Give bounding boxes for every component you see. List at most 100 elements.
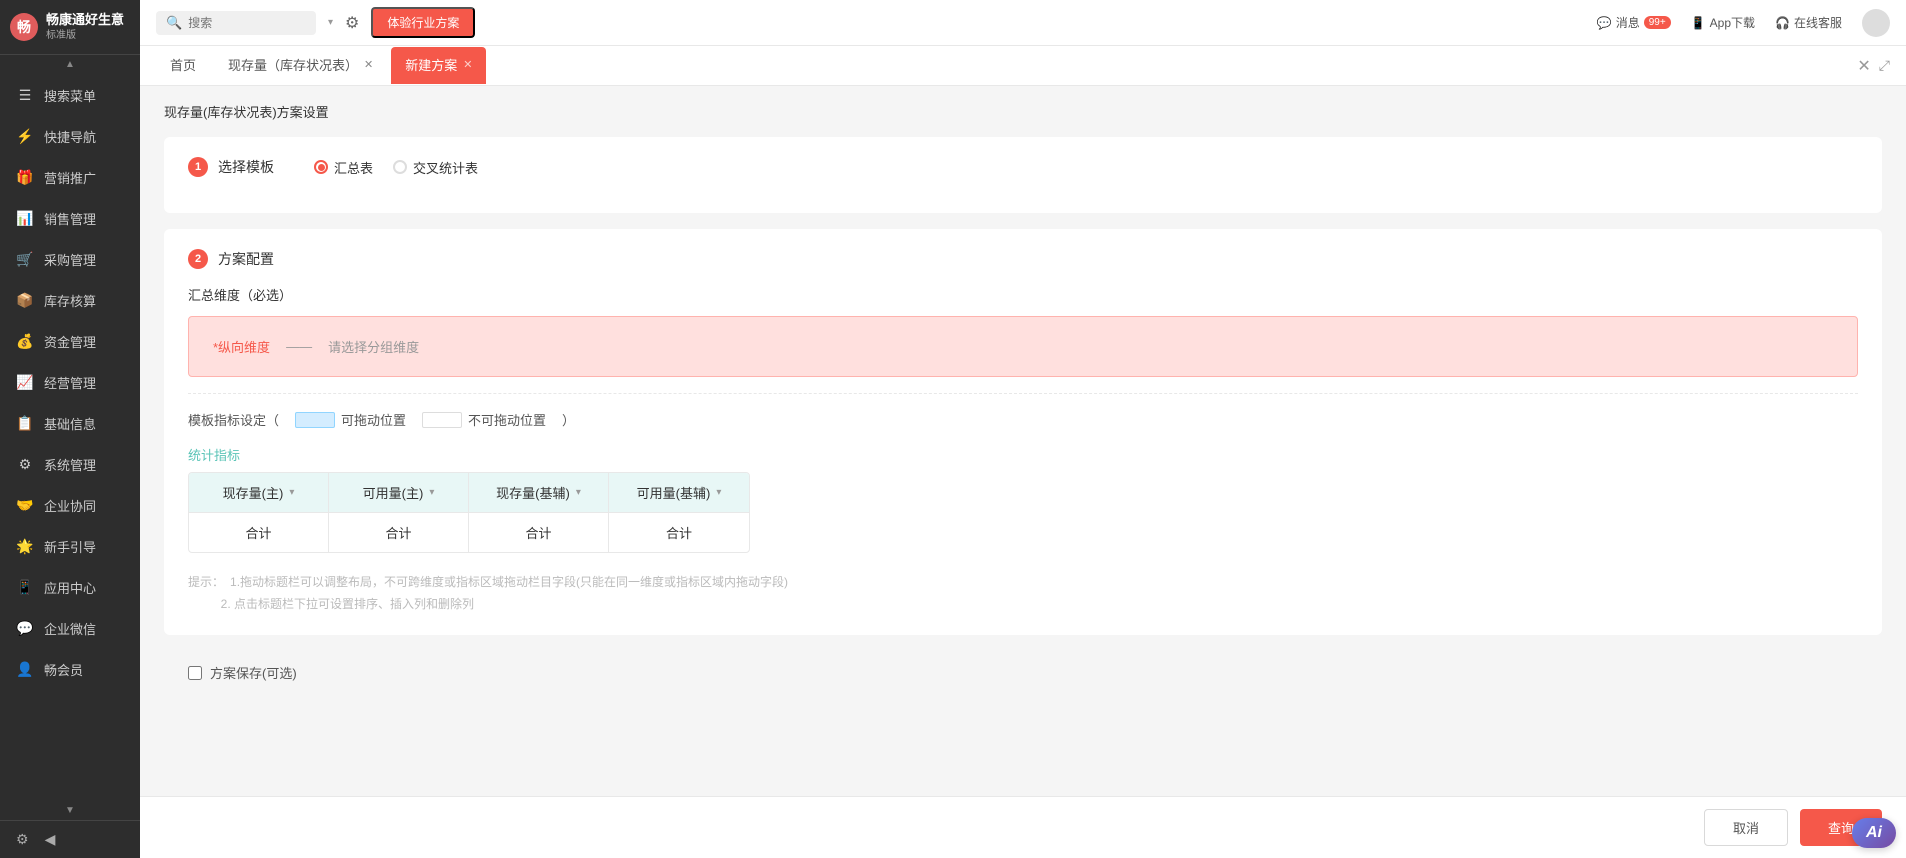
sidebar-item-label: 销售管理: [44, 209, 96, 228]
stats-col-2-header[interactable]: 可用量(主) ▾: [329, 473, 469, 512]
dimension-area[interactable]: *纵向维度 —— 请选择分组维度: [188, 316, 1858, 377]
sidebar-item-label: 基础信息: [44, 414, 96, 433]
stats-col-4-chevron: ▾: [716, 487, 721, 498]
sidebar-item-label: 经营管理: [44, 373, 96, 392]
app-download-item[interactable]: 📱 App下载: [1691, 14, 1755, 31]
dimension-row: *纵向维度 —— 请选择分组维度: [213, 337, 1833, 356]
sidebar-item-basics[interactable]: 📋 基础信息: [0, 403, 140, 444]
operations-icon: 📈: [16, 373, 34, 391]
step2-header: 2 方案配置: [188, 249, 1858, 269]
action-bar: 取消 查询: [140, 796, 1906, 858]
members-icon: 👤: [16, 660, 34, 678]
newguide-icon: 🌟: [16, 537, 34, 555]
search-box[interactable]: 🔍: [156, 11, 316, 35]
quicknav-icon: ⚡: [16, 127, 34, 145]
topbar-gear-icon[interactable]: ⚙: [345, 13, 359, 33]
enterprise-icon: 🤝: [16, 496, 34, 514]
indicator-fixed-label: 不可拖动位置: [468, 410, 546, 429]
user-avatar[interactable]: [1862, 9, 1890, 37]
tab-inventory-label: 现存量（库存状况表）: [228, 55, 358, 74]
ai-badge[interactable]: Ai: [1852, 818, 1896, 848]
edition-label: 标准版: [46, 29, 124, 42]
messages-item[interactable]: 💬 消息 99+: [1597, 14, 1671, 31]
tab-new-plan-close-icon[interactable]: ✕: [463, 58, 472, 71]
sidebar-item-system[interactable]: ⚙ 系统管理: [0, 444, 140, 485]
step1-badge: 1: [188, 157, 208, 177]
stats-table: 现存量(主) ▾ 可用量(主) ▾ 现存量(基辅) ▾: [188, 472, 750, 553]
sidebar-bottom: ⚙ ◀: [0, 820, 140, 858]
stats-table-header: 现存量(主) ▾ 可用量(主) ▾ 现存量(基辅) ▾: [189, 473, 749, 512]
stats-col-2-summary: 合计: [385, 523, 411, 542]
search-chevron-icon[interactable]: ▾: [328, 17, 333, 28]
main-area: 🔍 ▾ ⚙ 体验行业方案 💬 消息 99+ 📱 App下载 🎧 在线客服: [140, 0, 1906, 858]
sidebar-item-appcenter[interactable]: 📱 应用中心: [0, 567, 140, 608]
template-radio-group: 汇总表 交叉统计表: [314, 158, 478, 177]
finance-icon: 💰: [16, 332, 34, 350]
sidebar-item-inventory[interactable]: 📦 库存核算: [0, 280, 140, 321]
sidebar-scroll-down[interactable]: ▼: [0, 800, 140, 820]
sidebar-item-quicknav[interactable]: ⚡ 快捷导航: [0, 116, 140, 157]
sidebar-item-members[interactable]: 👤 畅会员: [0, 649, 140, 690]
messages-label: 消息: [1616, 14, 1640, 31]
search-input[interactable]: [188, 16, 298, 30]
cancel-button[interactable]: 取消: [1704, 809, 1788, 846]
radio-crosstab[interactable]: 交叉统计表: [393, 158, 478, 177]
trial-button[interactable]: 体验行业方案: [371, 7, 475, 38]
sidebar-item-label: 系统管理: [44, 455, 96, 474]
stats-col-4-header[interactable]: 可用量(基辅) ▾: [609, 473, 749, 512]
tab-new-plan-label: 新建方案: [405, 55, 457, 74]
dimension-section-label: 汇总维度（必选）: [188, 285, 1858, 304]
stats-col-3-header[interactable]: 现存量(基辅) ▾: [469, 473, 609, 512]
sidebar-item-marketing[interactable]: 🎁 营销推广: [0, 157, 140, 198]
sidebar-item-operations[interactable]: 📈 经营管理: [0, 362, 140, 403]
app-icon: 📱: [1691, 16, 1706, 30]
stats-table-row-1: 合计 合计 合计 合计: [189, 512, 749, 552]
sidebar-item-sales[interactable]: 📊 销售管理: [0, 198, 140, 239]
sidebar-item-finance[interactable]: 💰 资金管理: [0, 321, 140, 362]
radio-crosstab-label: 交叉统计表: [413, 158, 478, 177]
settings-icon[interactable]: ⚙: [16, 831, 29, 848]
save-plan-label: 方案保存(可选): [210, 663, 297, 682]
messages-badge: 99+: [1644, 16, 1671, 29]
sidebar-item-enterprise[interactable]: 🤝 企业协同: [0, 485, 140, 526]
sidebar-item-search[interactable]: ☰ 搜索菜单: [0, 75, 140, 116]
save-plan-checkbox[interactable]: [188, 666, 202, 680]
fixed-box: [422, 412, 462, 428]
sidebar-item-label: 采购管理: [44, 250, 96, 269]
step1-header: 1 选择模板 汇总表 交叉统计表: [188, 157, 1858, 177]
tip-1-text: 1.拖动标题栏可以调整布局，不可跨维度或指标区域拖动栏目字段(只能在同一维度或指…: [230, 572, 788, 594]
sales-icon: 📊: [16, 209, 34, 227]
tab-new-plan[interactable]: 新建方案 ✕: [391, 47, 486, 84]
footer-section: 方案保存(可选): [164, 651, 1882, 694]
template-indicators-suffix: ）: [562, 410, 575, 429]
tab-home[interactable]: 首页: [156, 47, 210, 84]
page-title: 现存量(库存状况表)方案设置: [164, 102, 1882, 121]
tip-2-indent: [188, 594, 215, 616]
online-service-item[interactable]: 🎧 在线客服: [1775, 14, 1842, 31]
dimension-placeholder: 请选择分组维度: [328, 337, 419, 356]
draggable-box: [295, 412, 335, 428]
template-indicators-prefix: 模板指标设定（: [188, 410, 279, 429]
tab-home-label: 首页: [170, 55, 196, 74]
tab-expand-btn[interactable]: ⤢: [1879, 57, 1890, 74]
stats-col-1-chevron: ▾: [289, 487, 294, 498]
tabs-bar: 首页 现存量（库存状况表） ✕ 新建方案 ✕ ✕ ⤢: [140, 46, 1906, 86]
sidebar-item-wechat[interactable]: 💬 企业微信: [0, 608, 140, 649]
brand-name: 畅康通好生意: [46, 12, 124, 29]
sidebar-item-purchase[interactable]: 🛒 采购管理: [0, 239, 140, 280]
sidebar-item-label: 新手引导: [44, 537, 96, 556]
tab-close-btn[interactable]: ✕: [1857, 56, 1870, 76]
stats-col-3-cell: 合计: [469, 513, 609, 552]
basics-icon: 📋: [16, 414, 34, 432]
sidebar-scroll-up[interactable]: ▲: [0, 55, 140, 75]
appcenter-icon: 📱: [16, 578, 34, 596]
volume-icon[interactable]: ◀: [45, 831, 56, 848]
sidebar-item-newguide[interactable]: 🌟 新手引导: [0, 526, 140, 567]
tip-1: 提示： 1.拖动标题栏可以调整布局，不可跨维度或指标区域拖动栏目字段(只能在同一…: [188, 572, 1858, 594]
tab-inventory[interactable]: 现存量（库存状况表） ✕: [214, 47, 387, 84]
radio-summary[interactable]: 汇总表: [314, 158, 373, 177]
stats-col-1-header[interactable]: 现存量(主) ▾: [189, 473, 329, 512]
stats-col-1-cell: 合计: [189, 513, 329, 552]
tab-inventory-close-icon[interactable]: ✕: [364, 58, 373, 71]
step1-title: 选择模板: [218, 157, 274, 177]
